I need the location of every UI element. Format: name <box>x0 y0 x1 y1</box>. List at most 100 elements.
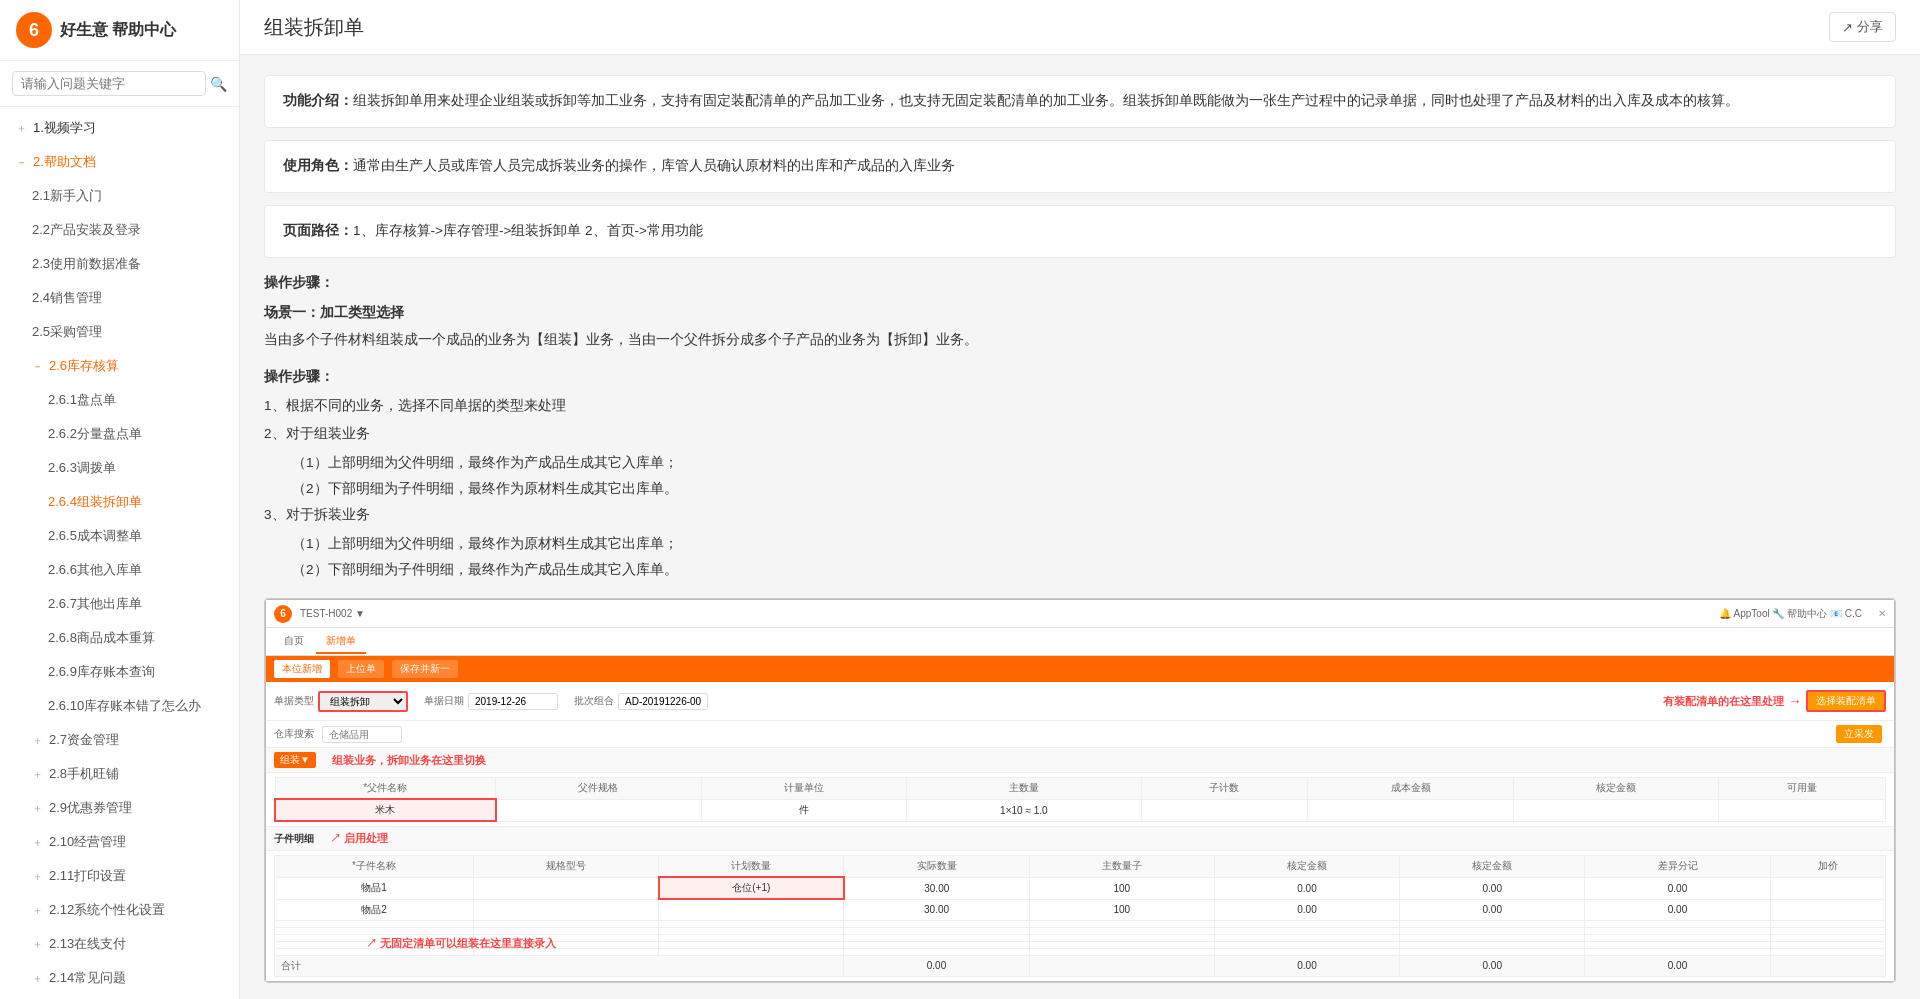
sidebar-item-c262[interactable]: 2.6.2分量盘点单 <box>0 417 239 451</box>
field-input-date[interactable] <box>468 693 558 710</box>
table-row: 米木 件 1×10 ≈ 1.0 <box>275 799 1886 821</box>
subform-warehouse-input[interactable] <box>322 726 402 743</box>
step1: 1、根据不同的业务，选择不同单据的类型来处理 <box>264 394 1896 418</box>
sidebar-item-c213[interactable]: ＋ 2.13在线支付 <box>0 927 239 961</box>
sidebar-item-c214[interactable]: ＋ 2.14常见问题 <box>0 961 239 995</box>
plus-icon: ＋ <box>32 903 43 918</box>
sidebar-item-c269[interactable]: 2.6.9库存账本查询 <box>0 655 239 689</box>
sidebar-item-label: 2.6.9库存账本查询 <box>48 663 155 681</box>
sidebar-item-c261[interactable]: 2.6.1盘点单 <box>0 383 239 417</box>
cell-ops <box>1770 899 1885 920</box>
col-parent-name: *父件名称 <box>275 778 496 800</box>
sidebar-item-c263[interactable]: 2.6.3调拨单 <box>0 451 239 485</box>
upper-table: *父件名称 父件规格 计量单位 主数量 子计数 成本金额 核定金额 可用量 <box>274 777 1886 822</box>
app-tab-new[interactable]: 新增单 <box>316 630 366 654</box>
footer-app2: 0.00 <box>1400 955 1585 976</box>
plus-icon: ＋ <box>32 733 43 748</box>
app-btn-save-new[interactable]: 保存并新一 <box>392 660 458 678</box>
field-label-type: 单据类型 <box>274 694 314 708</box>
btn-process[interactable]: 立采发 <box>1836 725 1882 743</box>
section-toggle-btn[interactable]: 组装▼ <box>274 752 316 768</box>
share-button[interactable]: ↗ 分享 <box>1829 12 1896 42</box>
cell-qty: 1×10 ≈ 1.0 <box>907 799 1142 821</box>
footer-label: 合计 <box>275 955 844 976</box>
sidebar-item-c28[interactable]: ＋ 2.8手机旺铺 <box>0 757 239 791</box>
sidebar-item-label: 2.6.5成本调整单 <box>48 527 142 545</box>
sidebar-item-c210[interactable]: ＋ 2.10经营管理 <box>0 825 239 859</box>
sidebar-item-c212[interactable]: ＋ 2.12系统个性化设置 <box>0 893 239 927</box>
cell-main-sub: 100 <box>1029 899 1214 920</box>
footer-actual: 0.00 <box>844 955 1029 976</box>
sub-form-area: 仓库搜索 立采发 <box>266 721 1894 748</box>
field-label-batch: 批次组合 <box>574 694 614 708</box>
table-row <box>275 920 1886 927</box>
app-form-area: 单据类型 组装拆卸 单据日期 批次组合 <box>266 682 1894 721</box>
lower-table: *子件名称 规格型号 计划数量 实际数量 主数量子 核定金额 核定金额 差异分记… <box>274 855 1886 977</box>
sidebar-item-label: 2.帮助文档 <box>33 153 96 171</box>
cell-app1: 0.00 <box>1214 899 1399 920</box>
sidebar-item-inventory[interactable]: － 2.6库存核算 <box>0 349 239 383</box>
col-plan-qty: 计划数量 <box>659 856 844 878</box>
form-field-type: 单据类型 组装拆卸 <box>274 691 408 712</box>
plus-icon: ＋ <box>32 801 43 816</box>
field-input-type[interactable]: 组装拆卸 <box>318 691 408 712</box>
sidebar-item-c211[interactable]: ＋ 2.11打印设置 <box>0 859 239 893</box>
sidebar-item-c264[interactable]: 2.6.4组装拆卸单 <box>0 485 239 519</box>
app-nav: 自页 新增单 <box>266 628 1894 656</box>
cell-diff: 0.00 <box>1585 877 1770 899</box>
cell-parent-name: 米木 <box>275 799 496 821</box>
plus-icon: ＋ <box>32 767 43 782</box>
nav-section: ＋ 1.视频学习 － 2.帮助文档 2.1新手入门 2.2产品安装及登录 2.3… <box>0 107 239 999</box>
minus-icon: － <box>32 359 43 374</box>
search-input[interactable] <box>12 71 206 96</box>
sidebar-item-c266[interactable]: 2.6.6其他入库单 <box>0 553 239 587</box>
search-button[interactable]: 🔍 <box>210 76 227 92</box>
main-header: 组装拆卸单 ↗ 分享 <box>240 0 1920 55</box>
sidebar-item-c267[interactable]: 2.6.7其他出库单 <box>0 587 239 621</box>
sidebar-item-c27[interactable]: ＋ 2.7资金管理 <box>0 723 239 757</box>
app-btn-prev[interactable]: 上位单 <box>338 660 384 678</box>
plus-icon: ＋ <box>32 869 43 884</box>
annotation1-area: 有装配清单的在这里处理 → 选择装配清单 <box>1663 690 1886 712</box>
cell-spec <box>496 799 701 821</box>
annotation1-text: 有装配清单的在这里处理 <box>1663 694 1784 709</box>
sidebar-item-install[interactable]: 2.2产品安装及登录 <box>0 213 239 247</box>
form-field-batch: 批次组合 <box>574 693 708 710</box>
sidebar-item-label: 2.6.6其他入库单 <box>48 561 142 579</box>
cell-app2: 0.00 <box>1400 899 1585 920</box>
sidebar-item-c268[interactable]: 2.6.8商品成本重算 <box>0 621 239 655</box>
sidebar-item-data-prep[interactable]: 2.3使用前数据准备 <box>0 247 239 281</box>
field-input-batch[interactable] <box>618 693 708 710</box>
app-btn-new[interactable]: 本位新增 <box>274 660 330 678</box>
sidebar-item-purchase[interactable]: 2.5采购管理 <box>0 315 239 349</box>
sidebar-item-c215[interactable]: ＋ 2.15操作案例 <box>0 995 239 999</box>
sidebar-item-c29[interactable]: ＋ 2.9优惠券管理 <box>0 791 239 825</box>
sidebar-item-newbie[interactable]: 2.1新手入门 <box>0 179 239 213</box>
step2: 2、对于组装业务 <box>264 422 1896 446</box>
sidebar-item-c2610[interactable]: 2.6.10库存账本错了怎么办 <box>0 689 239 723</box>
cell-child-spec <box>473 877 658 899</box>
app-tab-home[interactable]: 自页 <box>274 630 314 654</box>
path-block: 页面路径：1、库存核算->库存管理->组装拆卸单 2、首页->常用功能 <box>264 205 1896 258</box>
sidebar-item-label: 2.5采购管理 <box>32 323 102 341</box>
intro-text: 组装拆卸单用来处理企业组装或拆卸等加工业务，支持有固定装配清单的产品加工业务，也… <box>353 93 1739 108</box>
ops-section: 操作步骤： 场景一：加工类型选择 当由多个子件材料组装成一个成品的业务为【组装】… <box>264 274 1896 582</box>
sidebar-item-video[interactable]: ＋ 1.视频学习 <box>0 111 239 145</box>
btn-select-assembly[interactable]: 选择装配清单 <box>1806 690 1886 712</box>
cell-available <box>1719 799 1886 821</box>
col-unit: 计量单位 <box>701 778 906 800</box>
lower-section-bar: 子件明细 ↗ 启用处理 <box>266 826 1894 851</box>
cell-child-spec <box>473 899 658 920</box>
table-row <box>275 927 1886 934</box>
sidebar-item-docs[interactable]: － 2.帮助文档 <box>0 145 239 179</box>
sidebar-item-label: 2.6.10库存账本错了怎么办 <box>48 697 201 715</box>
cell-plan-qty <box>659 899 844 920</box>
footer-diff: 0.00 <box>1585 955 1770 976</box>
footer-app1: 0.00 <box>1214 955 1399 976</box>
sidebar-item-label: 2.6.8商品成本重算 <box>48 629 155 647</box>
sidebar-item-c265[interactable]: 2.6.5成本调整单 <box>0 519 239 553</box>
page-title: 组装拆卸单 <box>264 14 364 41</box>
sidebar-item-label: 2.13在线支付 <box>49 935 126 953</box>
app-icons: 🔔 AppTool 🔧 帮助中心 📧 C.C <box>1719 607 1862 621</box>
sidebar-item-sales[interactable]: 2.4销售管理 <box>0 281 239 315</box>
